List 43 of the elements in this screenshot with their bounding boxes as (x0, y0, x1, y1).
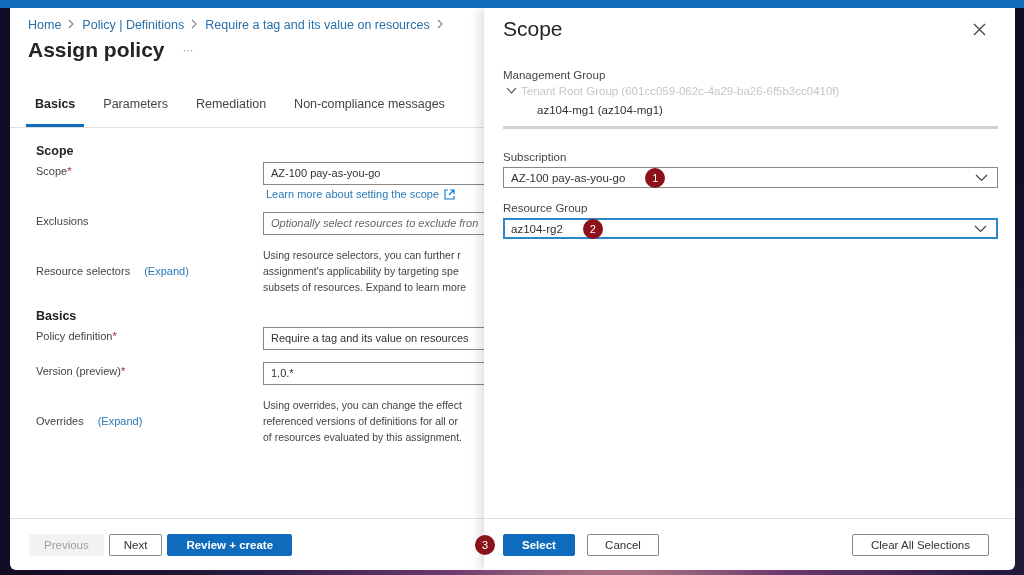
field-label: Version (preview)* (36, 365, 126, 377)
help-link[interactable]: Learn more about setting the scope (266, 188, 440, 200)
field-label: Resource Group (503, 202, 589, 214)
step-badge: 1 (645, 167, 666, 188)
section-heading: Basics (36, 309, 78, 323)
page-title: Assign policy (28, 38, 165, 62)
field-label: Subscription (503, 151, 568, 163)
breadcrumb-link[interactable]: Require a tag and its value on resources (205, 18, 430, 32)
tab[interactable]: Non-compliance messages (285, 91, 454, 127)
field-label: Resource selectors (36, 265, 131, 277)
footer-button[interactable]: Cancel (587, 533, 659, 556)
field-label: Management Group (503, 69, 607, 81)
breadcrumb-link[interactable]: Policy | Definitions (82, 18, 185, 32)
expand-link[interactable]: (Expand) (97, 415, 143, 427)
tab[interactable]: Basics (26, 91, 85, 127)
field-label: Exclusions (36, 215, 89, 227)
section-heading: Scope (36, 144, 75, 158)
breadcrumb-link[interactable]: Home (28, 18, 62, 32)
description-text: Using overrides, you can change the effect referenced versions of definitions for all or of resources evaluated by this assignment. (263, 398, 464, 445)
field-label: Overrides (36, 415, 84, 427)
field-label: Scope* (36, 165, 72, 177)
clear-button[interactable]: Clear All Selections (851, 533, 989, 556)
tab[interactable]: Remediation (186, 91, 276, 127)
input-field[interactable]: AZ-100 pay-as-you-go (263, 162, 484, 185)
step-badge: 2 (582, 218, 603, 239)
external-link-icon (444, 188, 456, 200)
input-field[interactable]: Require a tag and its value on resources (263, 327, 484, 350)
footer-button[interactable]: Review + create (167, 533, 293, 556)
footer-button[interactable]: Select (503, 533, 575, 556)
dropdown[interactable]: az104-rg2 2 (503, 218, 998, 239)
input-field[interactable]: Optionally select resources to exclude fron (263, 212, 484, 235)
more-button[interactable]: ··· (182, 44, 194, 56)
description-text: Using resource selectors, you can further r assignment's applicability by targeting spe subsets of resources. Expand to learn more (263, 248, 468, 295)
chevron-down-icon (975, 173, 988, 182)
dropdown[interactable]: AZ-100 pay-as-you-go 1 (503, 167, 998, 188)
input-field[interactable]: 1.0.* (263, 362, 484, 385)
footer-button[interactable]: Next (108, 533, 163, 556)
chevron-down-icon (974, 224, 987, 233)
step-badge: 3 (475, 534, 495, 555)
panel-title: Scope (503, 17, 563, 41)
expand-link[interactable]: (Expand) (144, 265, 189, 277)
tab[interactable]: Parameters (94, 91, 177, 127)
field-label: Policy definition* (36, 330, 117, 342)
